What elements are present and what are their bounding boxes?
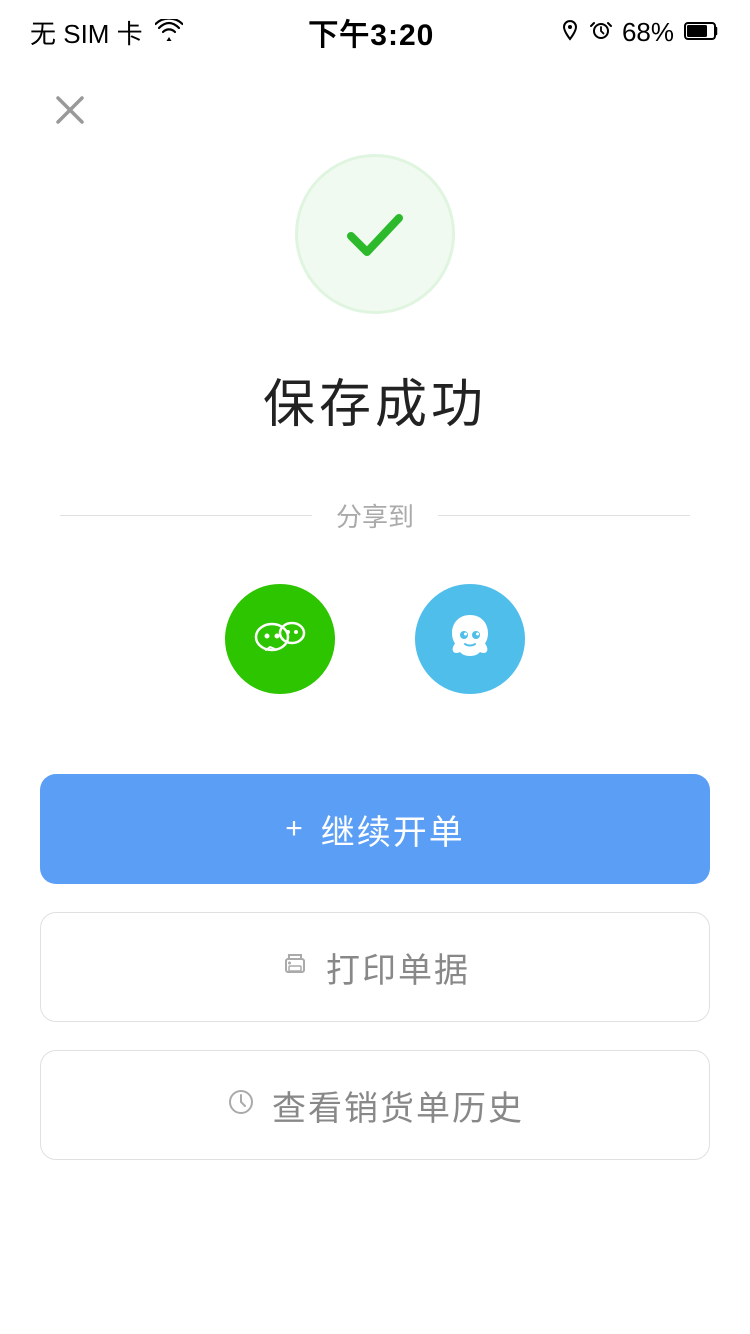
wechat-share-button[interactable] bbox=[225, 584, 335, 694]
divider-line-right bbox=[438, 515, 690, 516]
qq-icon bbox=[438, 607, 502, 671]
success-circle bbox=[295, 154, 455, 314]
plus-icon: + bbox=[285, 814, 305, 844]
print-label: 打印单据 bbox=[326, 943, 470, 992]
wifi-icon bbox=[155, 17, 183, 48]
share-icons-row bbox=[225, 584, 525, 694]
alarm-icon bbox=[590, 17, 612, 48]
action-buttons: + 继续开单 打印单据 查看销货单历史 bbox=[0, 774, 750, 1160]
print-button[interactable]: 打印单据 bbox=[40, 912, 710, 1022]
battery-icon bbox=[684, 17, 720, 48]
share-label: 分享到 bbox=[312, 497, 438, 534]
no-sim-label: 无 SIM 卡 bbox=[30, 14, 143, 51]
close-button[interactable] bbox=[40, 80, 100, 140]
history-label: 查看销货单历史 bbox=[272, 1081, 524, 1130]
close-icon bbox=[52, 92, 88, 128]
location-icon bbox=[560, 17, 580, 48]
history-button[interactable]: 查看销货单历史 bbox=[40, 1050, 710, 1160]
divider-line-left bbox=[60, 515, 312, 516]
status-left: 无 SIM 卡 bbox=[30, 14, 183, 51]
qq-share-button[interactable] bbox=[415, 584, 525, 694]
main-content: 保存成功 分享到 bbox=[0, 64, 750, 1160]
continue-order-button[interactable]: + 继续开单 bbox=[40, 774, 710, 884]
checkmark-icon bbox=[335, 194, 415, 274]
share-divider: 分享到 bbox=[0, 497, 750, 534]
success-title: 保存成功 bbox=[263, 362, 487, 437]
print-icon bbox=[280, 949, 310, 985]
status-right: 68% bbox=[560, 17, 720, 48]
history-icon bbox=[226, 1087, 256, 1123]
continue-order-label: 继续开单 bbox=[321, 805, 465, 854]
battery-label: 68% bbox=[622, 17, 674, 48]
status-time: 下午3:20 bbox=[308, 10, 434, 54]
wechat-icon bbox=[248, 607, 312, 671]
status-bar: 无 SIM 卡 下午3:20 68% bbox=[0, 0, 750, 64]
